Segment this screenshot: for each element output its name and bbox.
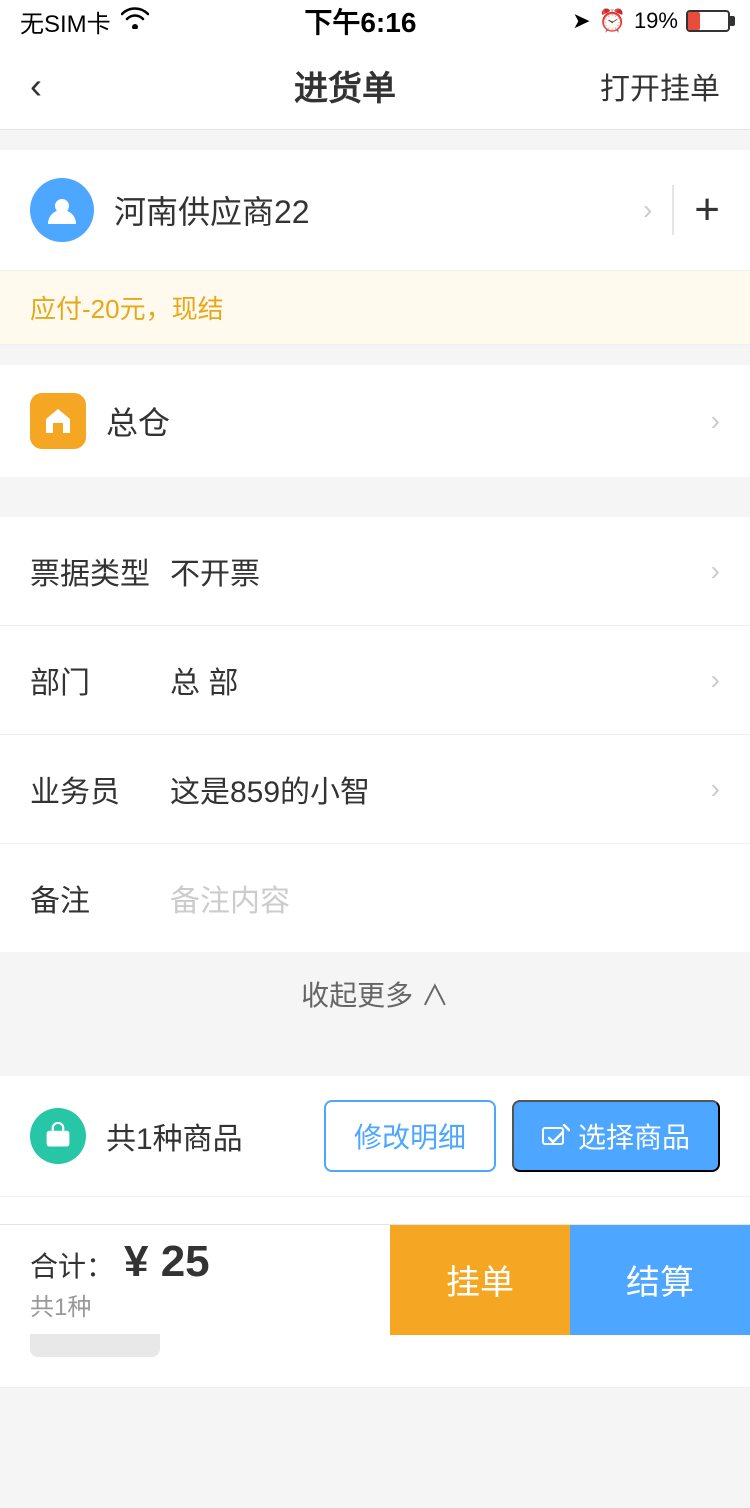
edit-detail-button[interactable]: 修改明细 — [324, 1100, 496, 1172]
invoice-type-chevron-icon: › — [711, 555, 720, 587]
status-left: 无SIM卡 — [20, 4, 149, 39]
supplier-notice: 应付-20元，现结 — [0, 271, 750, 345]
section-gap-4 — [0, 1036, 750, 1056]
battery-icon — [686, 10, 730, 32]
form-section: 票据类型 不开票 › 部门 总 部 › 业务员 这是859的小智 › 备注 备注… — [0, 517, 750, 952]
status-time: 下午6:16 — [304, 1, 416, 41]
supplier-card: 河南供应商22 › + 应付-20元，现结 — [0, 150, 750, 345]
department-value: 总 部 — [150, 658, 711, 702]
status-bar: 无SIM卡 下午6:16 ➤ ⏰ 19% — [0, 0, 750, 42]
warehouse-name: 总仓 — [106, 398, 711, 444]
section-gap-3 — [0, 477, 750, 497]
salesperson-chevron-icon: › — [711, 773, 720, 805]
department-label: 部门 — [30, 658, 150, 702]
carrier-text: 无SIM卡 — [20, 4, 111, 39]
total-sub: 共1种 — [30, 1287, 360, 1322]
supplier-divider — [672, 185, 674, 235]
open-hang-button[interactable]: 打开挂单 — [600, 64, 720, 108]
total-amount: ¥ 25 — [124, 1237, 210, 1287]
section-gap-1 — [0, 130, 750, 150]
form-row-department[interactable]: 部门 总 部 › — [0, 626, 750, 735]
warehouse-row[interactable]: 总仓 › — [0, 365, 750, 477]
salesperson-value: 这是859的小智 — [150, 767, 711, 811]
location-icon: ➤ — [572, 8, 590, 34]
remark-label: 备注 — [30, 876, 150, 920]
supplier-avatar — [30, 178, 94, 242]
warehouse-icon — [30, 393, 86, 449]
total-text: 合计： — [30, 1245, 114, 1285]
nav-bar: ‹ 进货单 打开挂单 — [0, 42, 750, 130]
bottom-bar: 合计： ¥ 25 共1种 挂单 结算 — [0, 1224, 750, 1334]
invoice-type-label: 票据类型 — [30, 549, 150, 593]
hang-button[interactable]: 挂单 — [390, 1225, 570, 1335]
salesperson-label: 业务员 — [30, 767, 150, 811]
product-icon — [30, 1108, 86, 1164]
page-title: 进货单 — [294, 61, 396, 110]
product-count: 共1种商品 — [106, 1114, 324, 1158]
warehouse-card: 总仓 › — [0, 365, 750, 477]
supplier-name: 河南供应商22 — [114, 187, 643, 233]
remark-value[interactable]: 备注内容 — [150, 876, 720, 920]
form-row-remark[interactable]: 备注 备注内容 — [0, 844, 750, 952]
back-button[interactable]: ‹ — [30, 65, 90, 107]
section-gap-2 — [0, 345, 750, 365]
battery-percent: 19% — [634, 8, 678, 34]
alarm-icon: ⏰ — [599, 8, 626, 34]
collapse-button[interactable]: 收起更多 ∧ — [0, 952, 750, 1036]
form-row-salesperson[interactable]: 业务员 这是859的小智 › — [0, 735, 750, 844]
wifi-icon — [121, 7, 149, 36]
department-chevron-icon: › — [711, 664, 720, 696]
supplier-row[interactable]: 河南供应商22 › + — [0, 150, 750, 271]
supplier-chevron-icon: › — [643, 194, 652, 226]
select-product-button[interactable]: 选择商品 — [512, 1100, 720, 1172]
select-product-label: 选择商品 — [578, 1116, 690, 1156]
form-row-invoice[interactable]: 票据类型 不开票 › — [0, 517, 750, 626]
total-section: 合计： ¥ 25 共1种 — [0, 1237, 390, 1322]
invoice-type-value: 不开票 — [150, 549, 711, 593]
warehouse-chevron-icon: › — [711, 405, 720, 437]
status-right: ➤ ⏰ 19% — [572, 8, 730, 34]
add-supplier-button[interactable]: + — [694, 188, 720, 232]
product-header: 共1种商品 修改明细 选择商品 — [0, 1076, 750, 1197]
total-label: 合计： ¥ 25 — [30, 1237, 360, 1287]
checkout-button[interactable]: 结算 — [570, 1225, 750, 1335]
